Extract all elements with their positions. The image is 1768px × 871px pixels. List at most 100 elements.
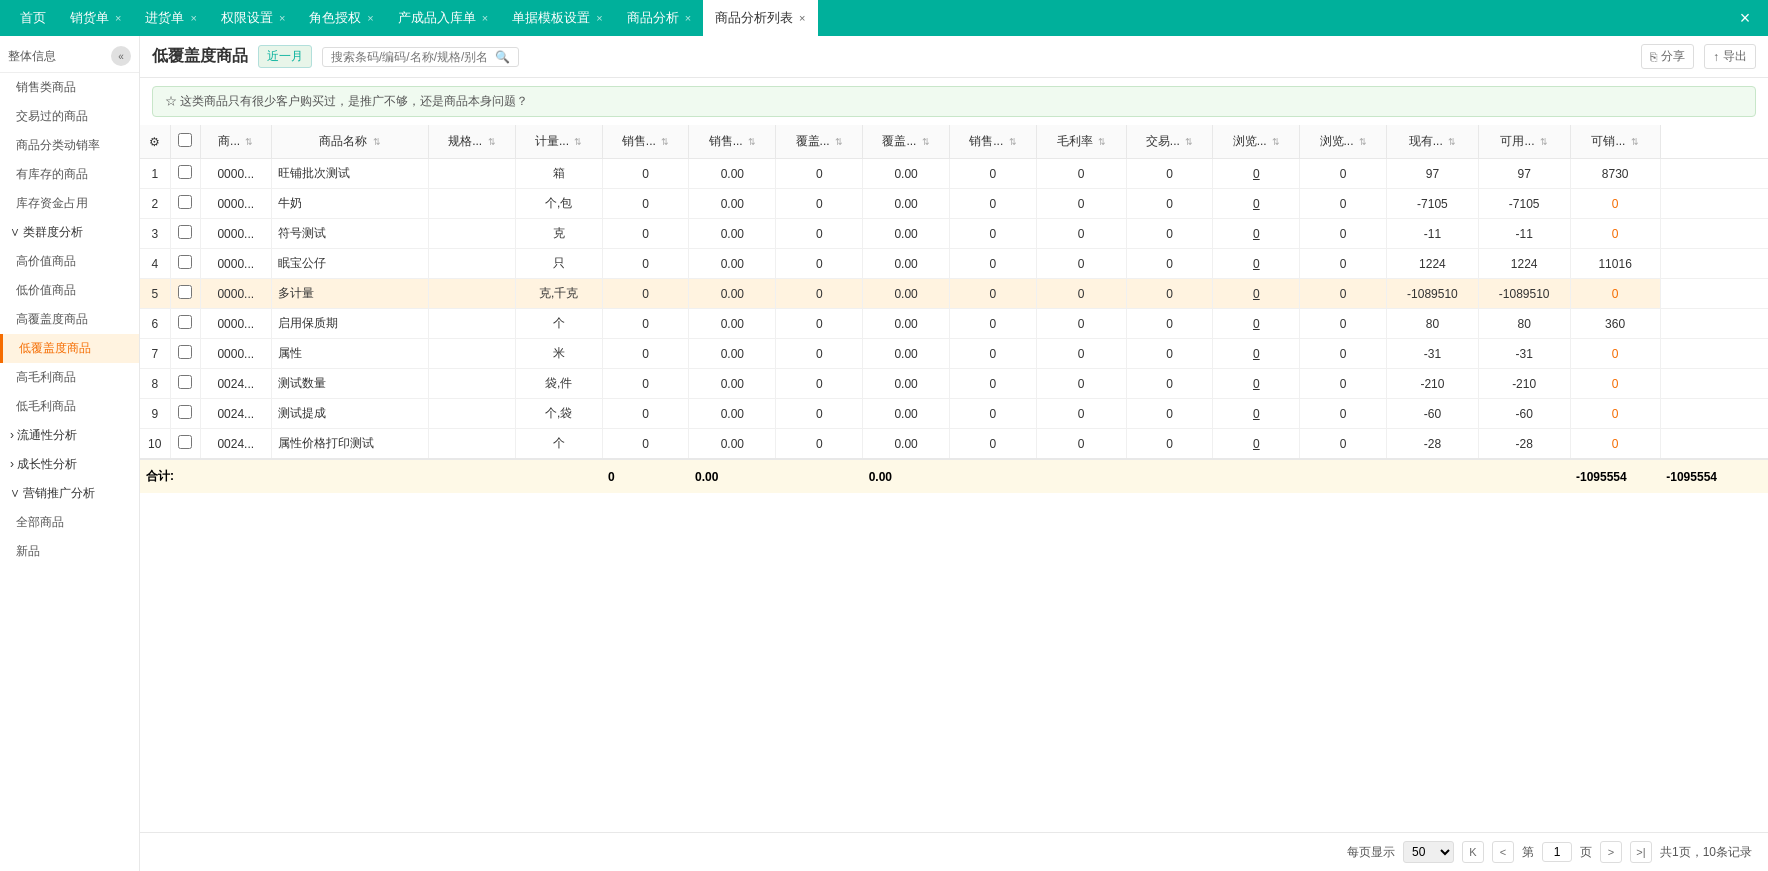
cell-checkbox[interactable]	[170, 249, 200, 279]
row-checkbox[interactable]	[178, 285, 192, 299]
sidebar-item-all-goods[interactable]: 全部商品	[0, 508, 139, 537]
nav-purchase-order[interactable]: 进货单 ×	[133, 0, 208, 36]
row-checkbox[interactable]	[178, 255, 192, 269]
cell-checkbox[interactable]	[170, 309, 200, 339]
prev-page-button[interactable]: <	[1492, 841, 1514, 863]
col-sales2[interactable]: 销售... ⇅	[949, 125, 1036, 159]
nav-template-settings[interactable]: 单据模板设置 ×	[500, 0, 614, 36]
col-unit[interactable]: 计量... ⇅	[515, 125, 602, 159]
cell-browse2: 0	[1300, 189, 1387, 219]
close-icon[interactable]: ×	[482, 12, 488, 24]
cell-checkbox[interactable]	[170, 369, 200, 399]
col-cover2[interactable]: 覆盖... ⇅	[863, 125, 950, 159]
cell-name: 属性价格打印测试	[272, 429, 429, 460]
sidebar-group-cluster[interactable]: ∨ 类群度分析	[0, 218, 139, 247]
cell-browse1[interactable]: 0	[1213, 339, 1300, 369]
row-checkbox[interactable]	[178, 405, 192, 419]
nav-product-analysis[interactable]: 商品分析 ×	[615, 0, 703, 36]
cell-browse1[interactable]: 0	[1213, 189, 1300, 219]
last-page-button[interactable]: >|	[1630, 841, 1652, 863]
select-all-checkbox[interactable]	[178, 133, 192, 147]
close-icon[interactable]: ×	[190, 12, 196, 24]
row-checkbox[interactable]	[178, 435, 192, 449]
share-button[interactable]: ⎘ 分享	[1641, 44, 1694, 69]
row-checkbox[interactable]	[178, 165, 192, 179]
col-cover1[interactable]: 覆盖... ⇅	[776, 125, 863, 159]
cell-browse1[interactable]: 0	[1213, 369, 1300, 399]
close-icon[interactable]: ×	[115, 12, 121, 24]
row-checkbox[interactable]	[178, 195, 192, 209]
cell-browse1[interactable]: 0	[1213, 279, 1300, 309]
col-browse1[interactable]: 浏览... ⇅	[1213, 125, 1300, 159]
sidebar-group-liquidity[interactable]: › 流通性分析	[0, 421, 139, 450]
close-icon[interactable]: ×	[685, 12, 691, 24]
col-browse2[interactable]: 浏览... ⇅	[1300, 125, 1387, 159]
row-checkbox[interactable]	[178, 375, 192, 389]
sidebar-item-high-margin[interactable]: 高毛利商品	[0, 363, 139, 392]
col-gear[interactable]: ⚙	[140, 125, 170, 159]
cell-browse1[interactable]: 0	[1213, 159, 1300, 189]
export-button[interactable]: ↑ 导出	[1704, 44, 1756, 69]
col-sales-amt[interactable]: 销售... ⇅	[689, 125, 776, 159]
sidebar-item-stock-capital[interactable]: 库存资金占用	[0, 189, 139, 218]
nav-roles[interactable]: 角色授权 ×	[297, 0, 385, 36]
first-page-button[interactable]: K	[1462, 841, 1484, 863]
cell-browse1[interactable]: 0	[1213, 249, 1300, 279]
row-checkbox[interactable]	[178, 345, 192, 359]
col-available[interactable]: 可用... ⇅	[1478, 125, 1570, 159]
nav-sales-order[interactable]: 销货单 ×	[58, 0, 133, 36]
page-number-input[interactable]	[1542, 842, 1572, 862]
sidebar-collapse-button[interactable]: «	[111, 46, 131, 66]
window-close-button[interactable]: ×	[1730, 3, 1760, 33]
cell-checkbox[interactable]	[170, 189, 200, 219]
sidebar-item-category-sales-rate[interactable]: 商品分类动销率	[0, 131, 139, 160]
col-trade[interactable]: 交易... ⇅	[1126, 125, 1213, 159]
sidebar-item-in-stock[interactable]: 有库存的商品	[0, 160, 139, 189]
sidebar-item-low-coverage[interactable]: 低覆盖度商品	[0, 334, 139, 363]
col-gross[interactable]: 毛利率 ⇅	[1036, 125, 1126, 159]
col-checkbox[interactable]	[170, 125, 200, 159]
nav-production[interactable]: 产成品入库单 ×	[386, 0, 500, 36]
cell-browse1[interactable]: 0	[1213, 399, 1300, 429]
search-input[interactable]	[331, 50, 491, 64]
col-code[interactable]: 商... ⇅	[200, 125, 272, 159]
col-sales-qty[interactable]: 销售... ⇅	[602, 125, 689, 159]
sidebar-group-growth[interactable]: › 成长性分析	[0, 450, 139, 479]
nav-home[interactable]: 首页	[8, 0, 58, 36]
sidebar-item-sales-goods[interactable]: 销售类商品	[0, 73, 139, 102]
cell-checkbox[interactable]	[170, 159, 200, 189]
close-icon[interactable]: ×	[799, 12, 805, 24]
sidebar-item-new-goods[interactable]: 新品	[0, 537, 139, 566]
filter-period-button[interactable]: 近一月	[258, 45, 312, 68]
sidebar-item-high-coverage[interactable]: 高覆盖度商品	[0, 305, 139, 334]
nav-permissions[interactable]: 权限设置 ×	[209, 0, 297, 36]
nav-product-analysis-list[interactable]: 商品分析列表 ×	[703, 0, 817, 36]
sidebar-item-high-value[interactable]: 高价值商品	[0, 247, 139, 276]
cell-checkbox[interactable]	[170, 279, 200, 309]
col-spec[interactable]: 规格... ⇅	[428, 125, 515, 159]
col-saleable[interactable]: 可销... ⇅	[1570, 125, 1660, 159]
cell-checkbox[interactable]	[170, 219, 200, 249]
close-icon[interactable]: ×	[596, 12, 602, 24]
data-table: ⚙ 商... ⇅ 商品名称 ⇅ 规格... ⇅ 计量... ⇅ 销售... ⇅ …	[140, 125, 1768, 493]
col-name[interactable]: 商品名称 ⇅	[272, 125, 429, 159]
sidebar-item-low-value[interactable]: 低价值商品	[0, 276, 139, 305]
cell-browse1[interactable]: 0	[1213, 429, 1300, 460]
cell-spec	[428, 279, 515, 309]
sidebar-item-low-margin[interactable]: 低毛利商品	[0, 392, 139, 421]
cell-browse1[interactable]: 0	[1213, 309, 1300, 339]
cell-checkbox[interactable]	[170, 339, 200, 369]
row-checkbox[interactable]	[178, 315, 192, 329]
next-page-button[interactable]: >	[1600, 841, 1622, 863]
close-icon[interactable]: ×	[279, 12, 285, 24]
row-checkbox[interactable]	[178, 225, 192, 239]
sidebar-group-marketing[interactable]: ∨ 营销推广分析	[0, 479, 139, 508]
page-size-select[interactable]: 50 100 200	[1403, 841, 1454, 863]
cell-checkbox[interactable]	[170, 429, 200, 460]
col-current[interactable]: 现有... ⇅	[1387, 125, 1479, 159]
cell-checkbox[interactable]	[170, 399, 200, 429]
cell-browse1[interactable]: 0	[1213, 219, 1300, 249]
close-icon[interactable]: ×	[367, 12, 373, 24]
sidebar-item-traded-goods[interactable]: 交易过的商品	[0, 102, 139, 131]
cell-unit: 只	[515, 249, 602, 279]
